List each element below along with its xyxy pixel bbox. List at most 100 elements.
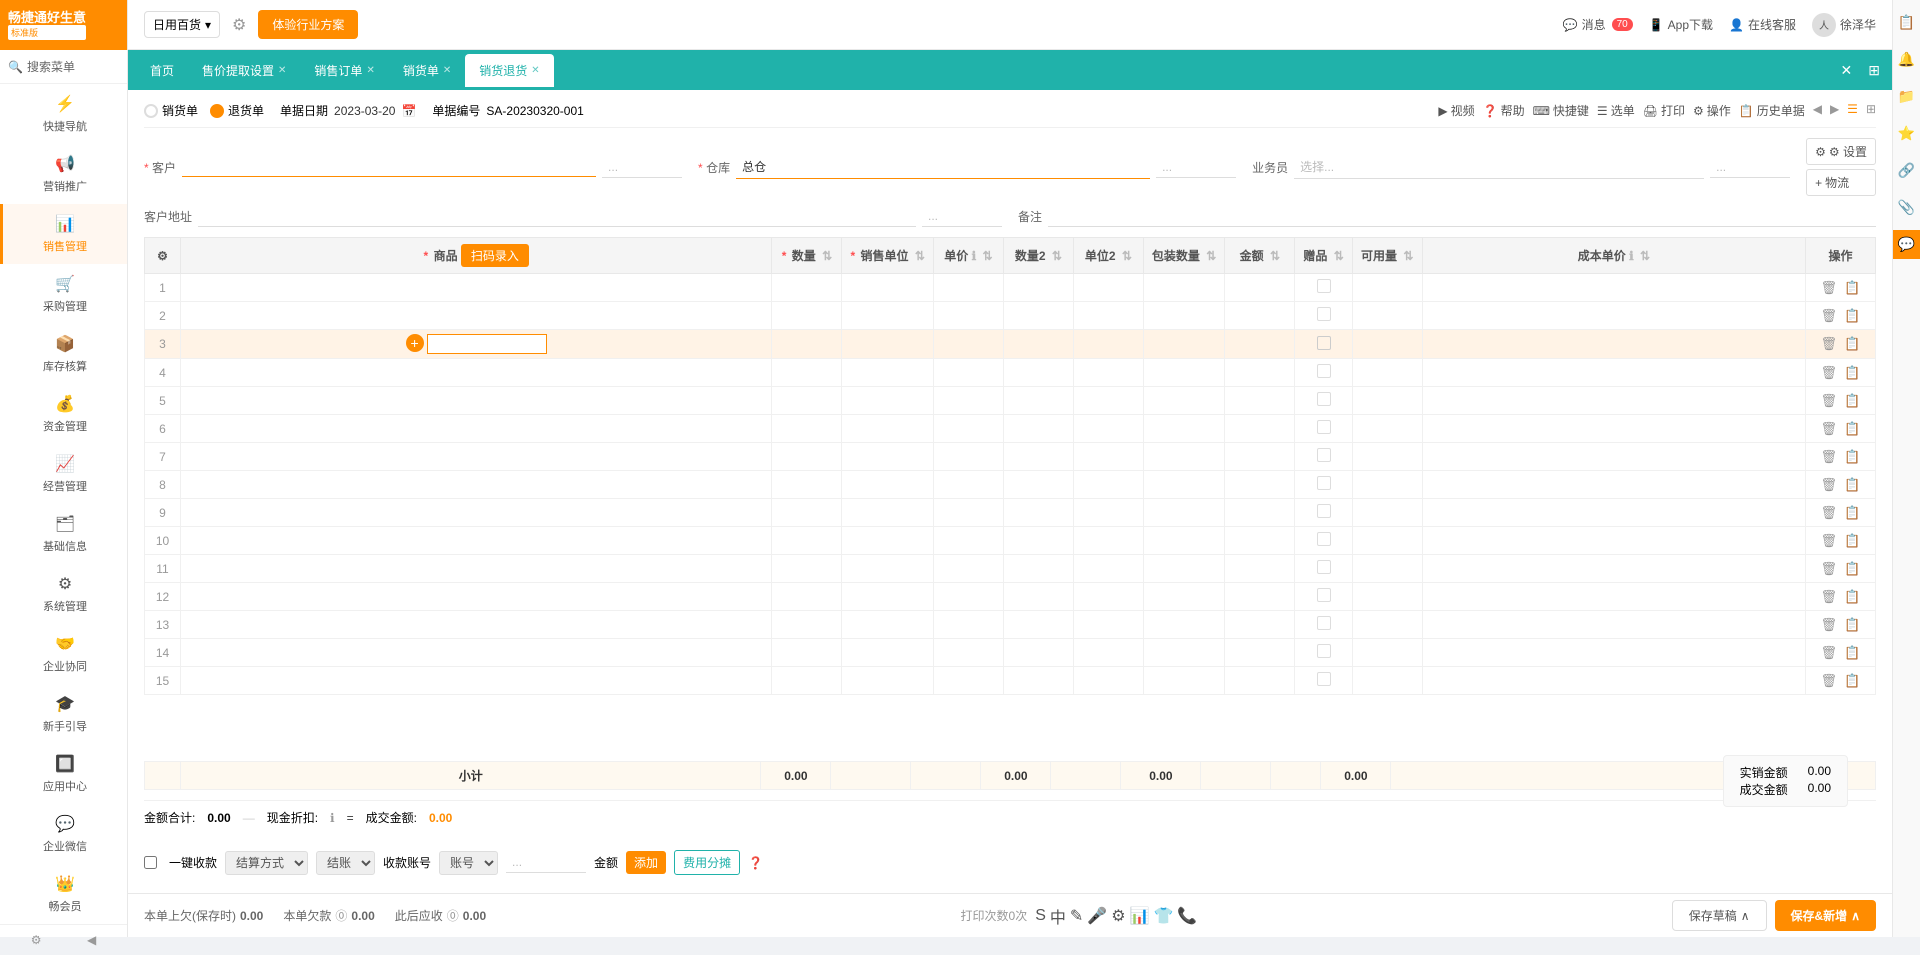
tab-sale-order[interactable]: 销售订单 ✕ xyxy=(300,54,388,87)
goods-cell-14[interactable] xyxy=(181,639,772,667)
sale-unit-cell-14[interactable] xyxy=(842,639,933,667)
print-toolbar-icon-5[interactable]: ⚙ xyxy=(1111,906,1125,926)
amount-cell-4[interactable] xyxy=(1225,359,1295,387)
goods-cell-4[interactable] xyxy=(181,359,772,387)
goods-cell-7[interactable] xyxy=(181,443,772,471)
copy-btn-13[interactable]: 📋 xyxy=(1842,615,1862,634)
cost-price-cell-11[interactable] xyxy=(1422,555,1805,583)
unit2-cell-4[interactable] xyxy=(1073,359,1143,387)
cost-price-cell-2[interactable] xyxy=(1422,302,1805,330)
gift-checkbox-11[interactable] xyxy=(1317,560,1331,574)
goods-input-3[interactable] xyxy=(427,334,547,354)
unit2-cell-3[interactable] xyxy=(1073,330,1143,359)
gift-cell-6[interactable] xyxy=(1295,415,1352,443)
sidebar-item-vip[interactable]: 👑 畅会员 xyxy=(0,864,127,924)
gift-checkbox-3[interactable] xyxy=(1317,336,1331,350)
pack-qty-cell-14[interactable] xyxy=(1143,639,1224,667)
unit2-cell-9[interactable] xyxy=(1073,499,1143,527)
sidebar-item-sales[interactable]: 📊 销售管理 xyxy=(0,204,127,264)
copy-btn-9[interactable]: 📋 xyxy=(1842,503,1862,522)
qty-cell-1[interactable] xyxy=(772,274,842,302)
available-cell-8[interactable] xyxy=(1352,471,1422,499)
copy-btn-2[interactable]: 📋 xyxy=(1842,306,1862,325)
cost-price-cell-1[interactable] xyxy=(1422,274,1805,302)
print-toolbar-icon-6[interactable]: 📊 xyxy=(1130,906,1150,926)
copy-btn-6[interactable]: 📋 xyxy=(1842,419,1862,438)
staff-select-btn[interactable]: ... xyxy=(1710,157,1790,178)
amount-cell-1[interactable] xyxy=(1225,274,1295,302)
qty-cell-6[interactable] xyxy=(772,415,842,443)
add-payment-button[interactable]: 添加 xyxy=(626,851,666,874)
customer-input[interactable] xyxy=(182,157,596,177)
sale-unit-cell-1[interactable] xyxy=(842,274,933,302)
delete-btn-15[interactable]: 🗑 xyxy=(1818,671,1839,690)
scan-btn[interactable]: 扫码录入 xyxy=(461,244,529,267)
price-cell-10[interactable] xyxy=(933,527,1003,555)
delete-btn-11[interactable]: 🗑 xyxy=(1818,559,1839,578)
gift-cell-3[interactable] xyxy=(1295,330,1352,359)
sidebar-item-operations[interactable]: 📈 经营管理 xyxy=(0,444,127,504)
qty2-cell-1[interactable] xyxy=(1003,274,1073,302)
delete-btn-7[interactable]: 🗑 xyxy=(1818,447,1839,466)
pack-qty-cell-8[interactable] xyxy=(1143,471,1224,499)
sidebar-item-finance[interactable]: 💰 资金管理 xyxy=(0,384,127,444)
pack-qty-cell-13[interactable] xyxy=(1143,611,1224,639)
available-cell-5[interactable] xyxy=(1352,387,1422,415)
sidebar-item-enterprise[interactable]: 🤝 企业协同 xyxy=(0,624,127,684)
cost-price-cell-4[interactable] xyxy=(1422,359,1805,387)
checkout-select[interactable]: 结账 xyxy=(316,851,375,875)
sidebar-item-guide[interactable]: 🎓 新手引导 xyxy=(0,684,127,744)
settlement-select[interactable]: 结算方式 xyxy=(225,851,308,875)
cost-price-cell-5[interactable] xyxy=(1422,387,1805,415)
right-sidebar-icon-6[interactable]: 📎 xyxy=(1893,193,1920,222)
amount-cell-3[interactable] xyxy=(1225,330,1295,359)
gift-cell-2[interactable] xyxy=(1295,302,1352,330)
amount-cell-13[interactable] xyxy=(1225,611,1295,639)
unit2-cell-8[interactable] xyxy=(1073,471,1143,499)
available-cell-10[interactable] xyxy=(1352,527,1422,555)
unit2-cell-11[interactable] xyxy=(1073,555,1143,583)
right-sidebar-icon-1[interactable]: 📋 xyxy=(1893,8,1920,37)
gift-checkbox-9[interactable] xyxy=(1317,504,1331,518)
pack-qty-cell-5[interactable] xyxy=(1143,387,1224,415)
amount-cell-5[interactable] xyxy=(1225,387,1295,415)
sale-unit-cell-8[interactable] xyxy=(842,471,933,499)
settings-gear-icon[interactable]: ⚙ xyxy=(232,15,246,35)
goods-cell-9[interactable] xyxy=(181,499,772,527)
warehouse-select-btn[interactable]: ... xyxy=(1156,157,1236,178)
gift-checkbox-12[interactable] xyxy=(1317,588,1331,602)
print-toolbar-icon-4[interactable]: 🎤 xyxy=(1087,906,1107,926)
available-cell-11[interactable] xyxy=(1352,555,1422,583)
gift-checkbox-2[interactable] xyxy=(1317,307,1331,321)
price-cell-9[interactable] xyxy=(933,499,1003,527)
gift-cell-11[interactable] xyxy=(1295,555,1352,583)
delete-btn-13[interactable]: 🗑 xyxy=(1818,615,1839,634)
sale-unit-cell-3[interactable] xyxy=(842,330,933,359)
pack-qty-cell-15[interactable] xyxy=(1143,667,1224,695)
radio-sale[interactable]: 销货单 xyxy=(144,102,198,119)
sidebar-item-inventory[interactable]: 📦 库存核算 xyxy=(0,324,127,384)
delete-btn-3[interactable]: 🗑 xyxy=(1818,334,1839,353)
tab-sale-goods[interactable]: 销货单 ✕ xyxy=(389,54,465,87)
address-select-btn[interactable]: ... xyxy=(922,206,1002,227)
qty2-cell-12[interactable] xyxy=(1003,583,1073,611)
col-qty2-sort[interactable]: ⇅ xyxy=(1052,249,1062,263)
gift-checkbox-8[interactable] xyxy=(1317,476,1331,490)
gift-cell-5[interactable] xyxy=(1295,387,1352,415)
col-qty-sort[interactable]: ⇅ xyxy=(822,249,832,263)
qty-cell-14[interactable] xyxy=(772,639,842,667)
goods-cell-3[interactable]: + xyxy=(181,330,772,359)
qty-cell-9[interactable] xyxy=(772,499,842,527)
discount-info-icon[interactable]: ℹ xyxy=(330,811,335,825)
tab-home[interactable]: 首页 xyxy=(136,54,188,87)
qty-cell-7[interactable] xyxy=(772,443,842,471)
nav-prev-icon[interactable]: ◀ xyxy=(1813,102,1822,119)
right-sidebar-icon-5[interactable]: 🔗 xyxy=(1893,156,1920,185)
sidebar-item-basic[interactable]: 🗂 基础信息 xyxy=(0,504,127,564)
col-pack-qty-sort[interactable]: ⇅ xyxy=(1206,249,1216,263)
qty2-cell-15[interactable] xyxy=(1003,667,1073,695)
col-unit2-sort[interactable]: ⇅ xyxy=(1122,249,1132,263)
sidebar-item-marketing[interactable]: 📢 营销推广 xyxy=(0,144,127,204)
cost-price-cell-12[interactable] xyxy=(1422,583,1805,611)
sidebar-search[interactable]: 🔍 搜索菜单 xyxy=(0,50,127,84)
